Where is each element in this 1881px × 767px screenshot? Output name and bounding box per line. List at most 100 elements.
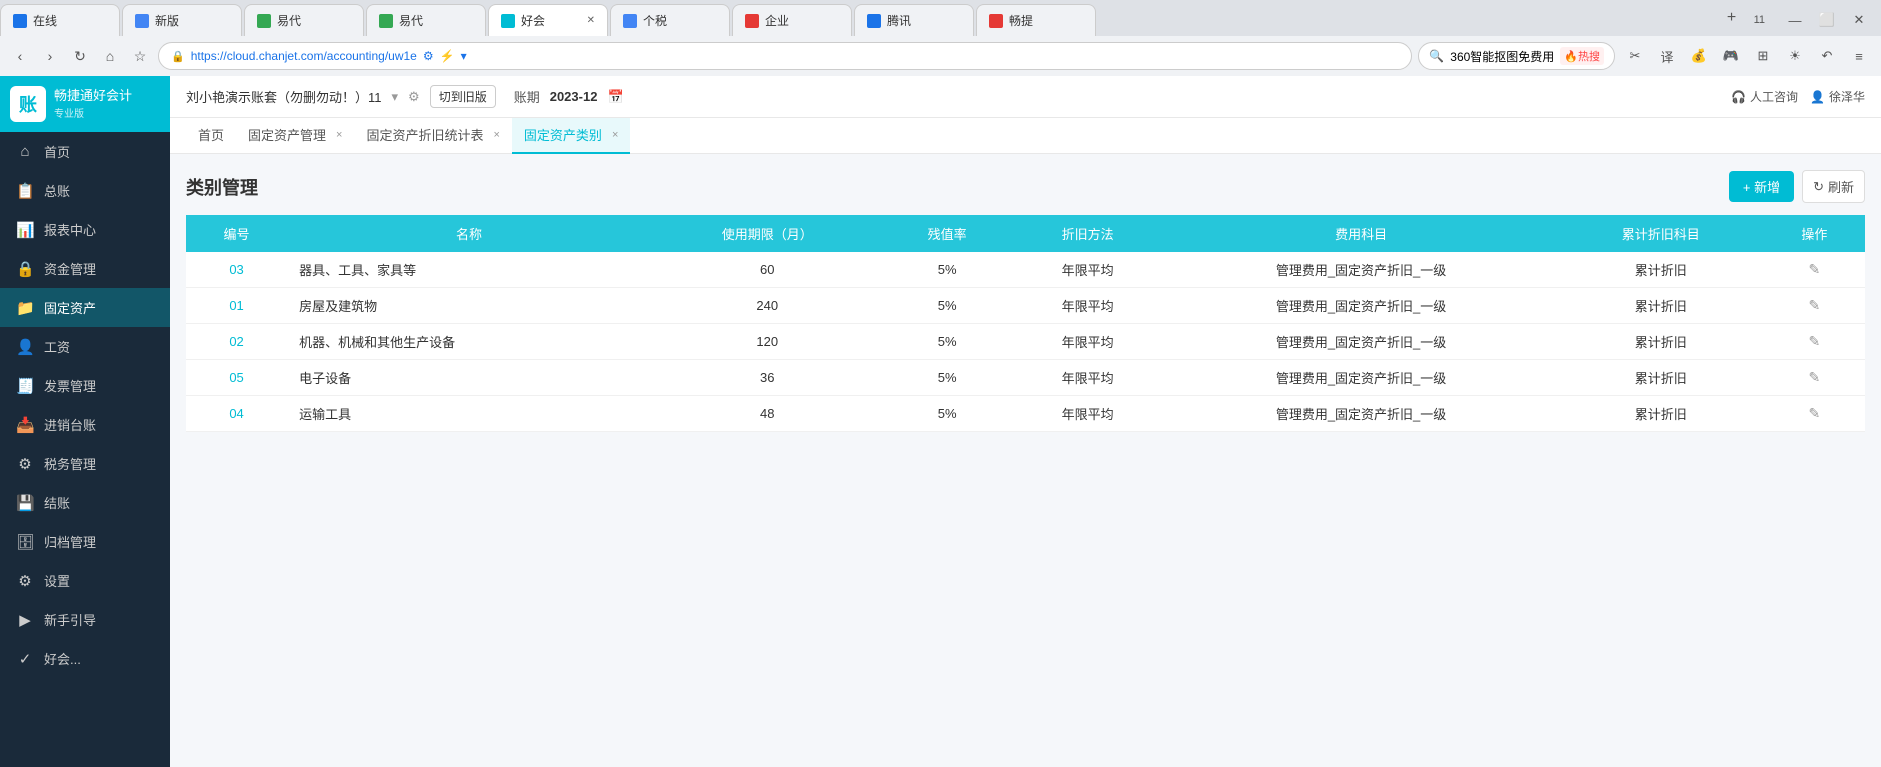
cut-icon[interactable]: ✂ — [1621, 42, 1649, 70]
bookmark-button[interactable]: ☆ — [128, 44, 152, 68]
method-cell: 年限平均 — [1011, 324, 1165, 360]
top-bar: 刘小艳演示账套（勿删勿动！）11 ▾ ⚙ 切到旧版 账期 2023-12 📅 🎧… — [170, 76, 1881, 118]
dropdown-icon[interactable]: ▾ — [461, 49, 467, 63]
tab-favicon-8 — [989, 14, 1003, 28]
app-tab-1[interactable]: 固定资产管理 × — [236, 118, 354, 154]
back-button[interactable]: ‹ — [8, 44, 32, 68]
new-tab-button[interactable]: + — [1718, 4, 1746, 32]
tab-favicon-7 — [867, 14, 881, 28]
sidebar-item-固定资产[interactable]: 📁固定资产 — [0, 288, 170, 327]
period-cell: 120 — [651, 324, 884, 360]
more-tabs-button[interactable]: 11 — [1746, 4, 1773, 36]
method-cell: 年限平均 — [1011, 396, 1165, 432]
close-button[interactable]: ✕ — [1845, 6, 1873, 34]
top-user-label: 刘小艳演示账套（勿删勿动！）11 — [186, 87, 382, 106]
calendar-icon[interactable]: 📅 — [607, 89, 623, 105]
sidebar-label-6: 发票管理 — [44, 376, 96, 395]
tab-label-1: 新版 — [155, 12, 179, 29]
consult-button[interactable]: 🎧 人工咨询 — [1731, 88, 1798, 105]
game-icon[interactable]: 🎮 — [1717, 42, 1745, 70]
user-profile[interactable]: 👤 徐泽华 — [1810, 88, 1865, 105]
app-tab-2[interactable]: 固定资产折旧统计表× — [354, 118, 511, 154]
sidebar-item-税务管理[interactable]: ⚙税务管理 — [0, 444, 170, 483]
browser-tab-5[interactable]: 个税 — [610, 4, 730, 36]
sidebar-item-归档管理[interactable]: 🗄归档管理 — [0, 522, 170, 561]
reload-button[interactable]: ↻ — [68, 44, 92, 68]
wallet-icon[interactable]: 💰 — [1685, 42, 1713, 70]
tab-favicon-1 — [135, 14, 149, 28]
minimize-button[interactable]: — — [1781, 6, 1809, 34]
app-tab-3[interactable]: 固定资产类别× — [512, 118, 630, 154]
sidebar-label-2: 报表中心 — [44, 220, 96, 239]
accum-cell: 累计折旧 — [1558, 396, 1764, 432]
edit-cell[interactable]: ✎ — [1764, 324, 1865, 360]
edit-cell[interactable]: ✎ — [1764, 252, 1865, 288]
tab-close-4[interactable]: ✕ — [587, 15, 595, 26]
sidebar-icon-7: 📥 — [16, 416, 34, 434]
browser-tab-0[interactable]: 在线 — [0, 4, 120, 36]
sidebar-item-报表中心[interactable]: 📊 报表中心 — [0, 210, 170, 249]
sidebar-item-首页[interactable]: ⌂首页 — [0, 132, 170, 171]
expense-cell: 管理费用_固定资产折旧_一级 — [1165, 252, 1558, 288]
app-tab-close-1[interactable]: × — [336, 129, 342, 141]
settings-icon[interactable]: ⚙ — [408, 89, 420, 105]
brightness-icon[interactable]: ☀ — [1781, 42, 1809, 70]
tab-label-3: 易代 — [399, 12, 423, 29]
sidebar-label-10: 归档管理 — [44, 532, 96, 551]
browser-tab-4[interactable]: 好会✕ — [488, 4, 608, 36]
period-cell: 240 — [651, 288, 884, 324]
add-button[interactable]: + 新增 — [1729, 171, 1794, 202]
sidebar-label-5: 工资 — [44, 337, 70, 356]
app-tab-0[interactable]: 首页 — [186, 118, 236, 154]
name-cell: 机器、机械和其他生产设备 — [287, 324, 651, 360]
lightning-icon[interactable]: ⚡ — [440, 49, 455, 63]
logo-sub: 专业版 — [54, 105, 132, 120]
logo-icon: 账 — [10, 86, 46, 122]
app-tab-label-1: 固定资产管理 — [248, 125, 326, 144]
edit-cell[interactable]: ✎ — [1764, 396, 1865, 432]
browser-tab-7[interactable]: 腾讯 — [854, 4, 974, 36]
translate-icon[interactable]: 译 — [1653, 42, 1681, 70]
grid-icon[interactable]: ⊞ — [1749, 42, 1777, 70]
table-row: 05电子设备365%年限平均管理费用_固定资产折旧_一级累计折旧✎ — [186, 360, 1865, 396]
search-box[interactable]: 🔍 360智能抠图免费用 🔥热搜 — [1418, 42, 1615, 70]
sidebar-item-资金管理[interactable]: 🔒资金管理 — [0, 249, 170, 288]
sidebar-icon-11: ⚙ — [16, 572, 34, 590]
menu-icon[interactable]: ≡ — [1845, 42, 1873, 70]
sidebar-item-设置[interactable]: ⚙设置 — [0, 561, 170, 600]
browser-tab-6[interactable]: 企业 — [732, 4, 852, 36]
page-title: 类别管理 — [186, 174, 258, 200]
restore-button[interactable]: ⬜ — [1813, 6, 1841, 34]
app-tab-close-3[interactable]: × — [612, 129, 618, 141]
sidebar-icon-8: ⚙ — [16, 455, 34, 473]
sidebar-item-结账[interactable]: 💾结账 — [0, 483, 170, 522]
sidebar-item-总账[interactable]: 📋总账 — [0, 171, 170, 210]
browser-tab-3[interactable]: 易代 — [366, 4, 486, 36]
undo-icon[interactable]: ↶ — [1813, 42, 1841, 70]
browser-tab-1[interactable]: 新版 — [122, 4, 242, 36]
sidebar-item-进销台账[interactable]: 📥进销台账 — [0, 405, 170, 444]
table-col-7: 操作 — [1764, 215, 1865, 252]
sidebar-item-好会...[interactable]: ✓好会... — [0, 639, 170, 678]
header-actions: + 新增 ↻ 刷新 — [1729, 170, 1865, 203]
sidebar-item-工资[interactable]: 👤工资 — [0, 327, 170, 366]
edit-cell[interactable]: ✎ — [1764, 288, 1865, 324]
browser-tab-2[interactable]: 易代 — [244, 4, 364, 36]
address-input[interactable]: 🔒 https://cloud.chanjet.com/accounting/u… — [158, 42, 1412, 70]
refresh-button[interactable]: ↻ 刷新 — [1802, 170, 1865, 203]
switch-version-button[interactable]: 切到旧版 — [430, 85, 496, 108]
home-button[interactable]: ⌂ — [98, 44, 122, 68]
table-col-0: 编号 — [186, 215, 287, 252]
forward-button[interactable]: › — [38, 44, 62, 68]
site-info-icon[interactable]: ⚙ — [423, 49, 434, 63]
sidebar-icon-0: ⌂ — [16, 143, 34, 160]
sidebar-item-发票管理[interactable]: 🧾发票管理 — [0, 366, 170, 405]
sidebar-item-新手引导[interactable]: ▶新手引导 — [0, 600, 170, 639]
sidebar-icon-2: 📊 — [16, 221, 34, 239]
sidebar-label-1: 总账 — [44, 181, 70, 200]
edit-cell[interactable]: ✎ — [1764, 360, 1865, 396]
sidebar-icon-3: 🔒 — [16, 260, 34, 278]
browser-tab-8[interactable]: 畅提 — [976, 4, 1096, 36]
app-tab-close-2[interactable]: × — [493, 129, 499, 141]
dropdown-icon[interactable]: ▾ — [392, 89, 399, 105]
